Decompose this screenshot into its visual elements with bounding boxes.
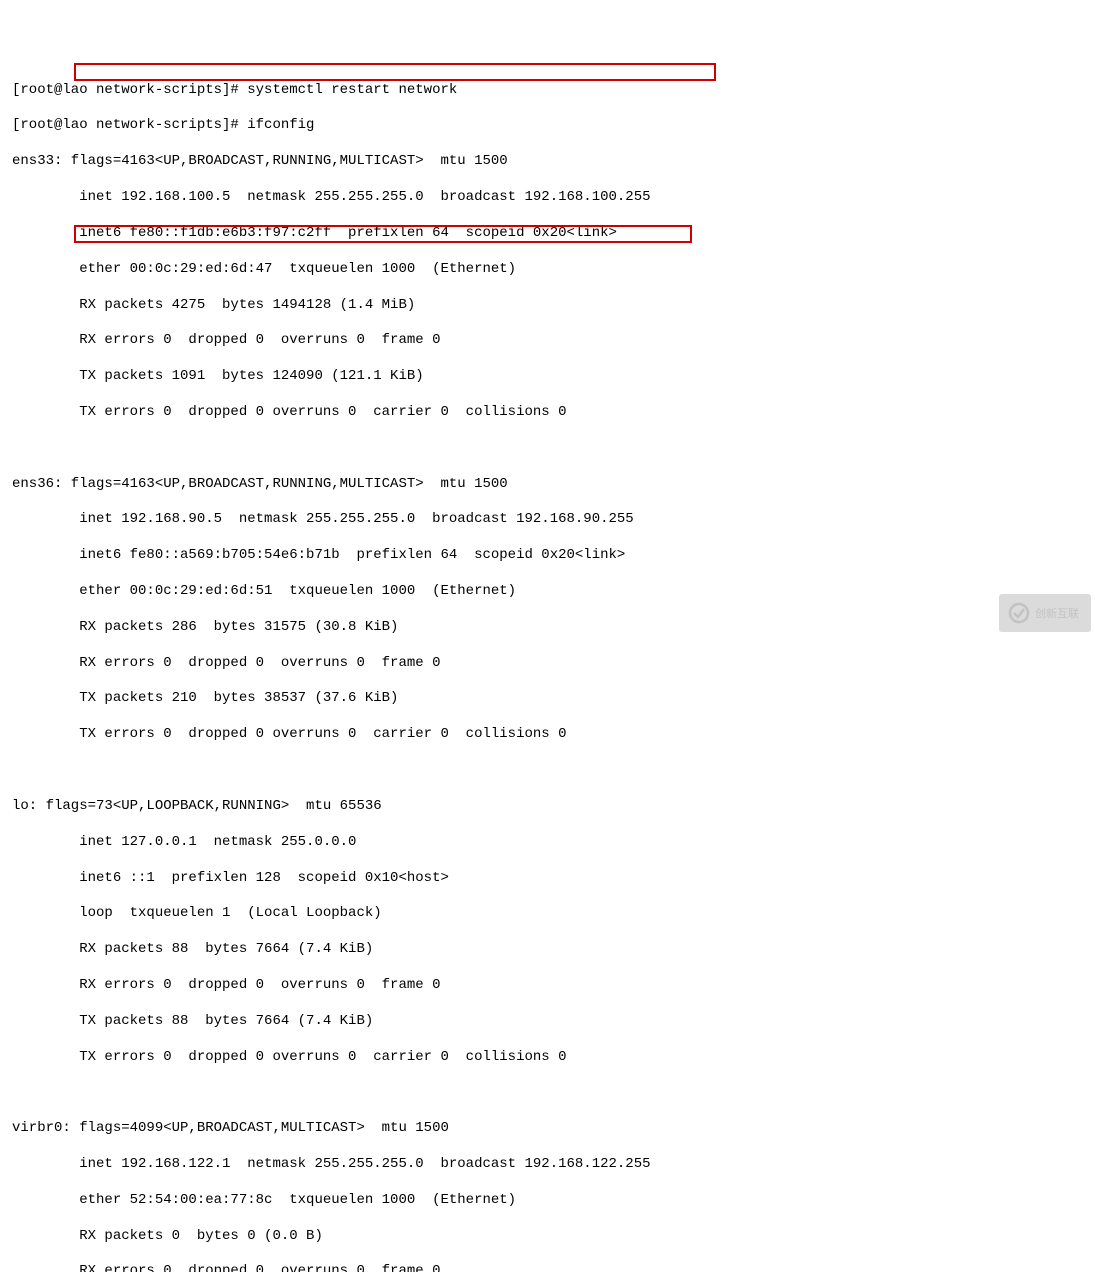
prompt-line-2: [root@lao network-scripts]# ifconfig (12, 117, 1083, 135)
virbr0-rx-errors: RX errors 0 dropped 0 overruns 0 frame 0 (12, 1263, 1083, 1272)
ens36-tx-errors: TX errors 0 dropped 0 overruns 0 carrier… (12, 726, 1083, 744)
virbr0-header: virbr0: flags=4099<UP,BROADCAST,MULTICAS… (12, 1120, 1083, 1138)
ens36-rx-errors: RX errors 0 dropped 0 overruns 0 frame 0 (12, 655, 1083, 673)
ens33-rx-errors: RX errors 0 dropped 0 overruns 0 frame 0 (12, 332, 1083, 350)
ens36-header: ens36: flags=4163<UP,BROADCAST,RUNNING,M… (12, 476, 1083, 494)
svg-text:创新互联: 创新互联 (1035, 606, 1079, 620)
ens36-rx-packets: RX packets 286 bytes 31575 (30.8 KiB) (12, 619, 1083, 637)
ens33-inet: inet 192.168.100.5 netmask 255.255.255.0… (12, 189, 1083, 207)
lo-inet6: inet6 ::1 prefixlen 128 scopeid 0x10<hos… (12, 870, 1083, 888)
blank-line-3 (12, 1084, 1083, 1102)
prompt-line-1: [root@lao network-scripts]# systemctl re… (12, 82, 1083, 100)
highlight-ens33-inet (74, 63, 716, 81)
lo-rx-packets: RX packets 88 bytes 7664 (7.4 KiB) (12, 941, 1083, 959)
virbr0-inet: inet 192.168.122.1 netmask 255.255.255.0… (12, 1156, 1083, 1174)
ens33-tx-errors: TX errors 0 dropped 0 overruns 0 carrier… (12, 404, 1083, 422)
lo-tx-packets: TX packets 88 bytes 7664 (7.4 KiB) (12, 1013, 1083, 1031)
ens36-inet: inet 192.168.90.5 netmask 255.255.255.0 … (12, 511, 1083, 529)
ens36-inet6: inet6 fe80::a569:b705:54e6:b71b prefixle… (12, 547, 1083, 565)
ens33-tx-packets: TX packets 1091 bytes 124090 (121.1 KiB) (12, 368, 1083, 386)
blank-line-1 (12, 440, 1083, 458)
lo-tx-errors: TX errors 0 dropped 0 overruns 0 carrier… (12, 1049, 1083, 1067)
ens33-ether: ether 00:0c:29:ed:6d:47 txqueuelen 1000 … (12, 261, 1083, 279)
watermark-logo: 创新互联 (999, 594, 1091, 632)
lo-header: lo: flags=73<UP,LOOPBACK,RUNNING> mtu 65… (12, 798, 1083, 816)
lo-inet: inet 127.0.0.1 netmask 255.0.0.0 (12, 834, 1083, 852)
ens33-header: ens33: flags=4163<UP,BROADCAST,RUNNING,M… (12, 153, 1083, 171)
lo-loop: loop txqueuelen 1 (Local Loopback) (12, 905, 1083, 923)
virbr0-rx-packets: RX packets 0 bytes 0 (0.0 B) (12, 1228, 1083, 1246)
ens36-tx-packets: TX packets 210 bytes 38537 (37.6 KiB) (12, 690, 1083, 708)
lo-rx-errors: RX errors 0 dropped 0 overruns 0 frame 0 (12, 977, 1083, 995)
ens36-ether: ether 00:0c:29:ed:6d:51 txqueuelen 1000 … (12, 583, 1083, 601)
ens33-rx-packets: RX packets 4275 bytes 1494128 (1.4 MiB) (12, 297, 1083, 315)
ens33-inet6: inet6 fe80::f1db:e6b3:f97:c2ff prefixlen… (12, 225, 1083, 243)
virbr0-ether: ether 52:54:00:ea:77:8c txqueuelen 1000 … (12, 1192, 1083, 1210)
blank-line-2 (12, 762, 1083, 780)
